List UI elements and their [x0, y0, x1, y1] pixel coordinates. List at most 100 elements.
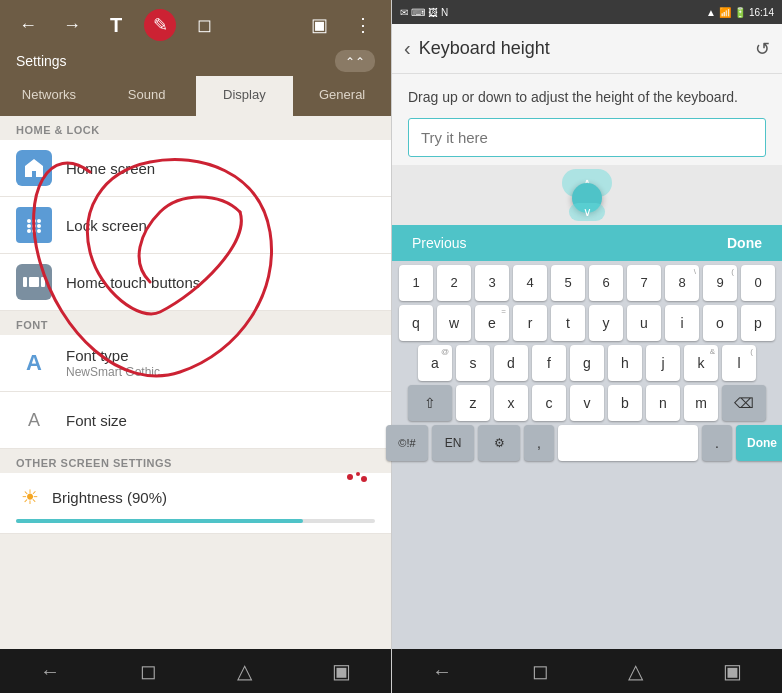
nav-menu-icon[interactable]: ▣ — [332, 659, 351, 683]
tab-general[interactable]: General — [293, 76, 391, 116]
svg-rect-11 — [41, 277, 45, 287]
status-left-icons: ✉ ⌨ 🖼 N — [400, 7, 448, 18]
key-i[interactable]: i — [665, 305, 699, 341]
home-screen-item[interactable]: Home screen — [0, 140, 391, 197]
key-e[interactable]: e= — [475, 305, 509, 341]
prev-done-bar: Previous Done — [392, 225, 782, 261]
menu-icon[interactable]: ⋮ — [347, 9, 379, 41]
key-r[interactable]: r — [513, 305, 547, 341]
svg-point-7 — [32, 229, 36, 233]
key-k[interactable]: k& — [684, 345, 718, 381]
tab-networks[interactable]: Networks — [0, 76, 98, 116]
nav-right-home-icon[interactable]: △ — [628, 659, 643, 683]
key-z[interactable]: z — [456, 385, 490, 421]
back-icon[interactable]: ← — [12, 9, 44, 41]
nav-right-menu-icon[interactable]: ▣ — [723, 659, 742, 683]
key-7[interactable]: 7 — [627, 265, 661, 301]
kb-row-asdf: a@ s d f g h j k& l( — [394, 345, 780, 381]
key-9[interactable]: 9( — [703, 265, 737, 301]
comma-key[interactable]: , — [524, 425, 554, 461]
key-p[interactable]: p — [741, 305, 775, 341]
key-y[interactable]: y — [589, 305, 623, 341]
try-it-here-input[interactable] — [409, 119, 765, 156]
pen-icon[interactable]: ✎ — [144, 9, 176, 41]
home-touch-buttons-item[interactable]: Home touch buttons — [0, 254, 391, 311]
key-o[interactable]: o — [703, 305, 737, 341]
key-u[interactable]: u — [627, 305, 661, 341]
font-type-title: Font type — [66, 347, 375, 364]
key-l[interactable]: l( — [722, 345, 756, 381]
brightness-slider-fill — [16, 519, 303, 523]
key-s[interactable]: s — [456, 345, 490, 381]
home-screen-title: Home screen — [66, 160, 375, 177]
text-icon[interactable]: T — [100, 9, 132, 41]
svg-point-5 — [37, 224, 41, 228]
font-size-item[interactable]: A Font size — [0, 392, 391, 449]
done-button-bar[interactable]: Done — [727, 235, 762, 251]
font-size-title: Font size — [66, 412, 375, 429]
svg-point-1 — [32, 219, 36, 223]
header-refresh-button[interactable]: ↺ — [755, 38, 770, 60]
keyboard-height-header: ‹ Keyboard height ↺ — [392, 24, 782, 74]
lock-screen-item[interactable]: Lock screen — [0, 197, 391, 254]
tab-display[interactable]: Display — [196, 76, 294, 116]
delete-key[interactable]: ⌫ — [722, 385, 766, 421]
key-f[interactable]: f — [532, 345, 566, 381]
header-back-button[interactable]: ‹ — [404, 37, 411, 60]
status-time: 16:14 — [749, 7, 774, 18]
key-4[interactable]: 4 — [513, 265, 547, 301]
nav-back-icon[interactable]: ← — [40, 660, 60, 683]
eraser-icon[interactable]: ◻ — [188, 9, 220, 41]
nav-home-icon[interactable]: △ — [237, 659, 252, 683]
key-g[interactable]: g — [570, 345, 604, 381]
shift-key[interactable]: ⇧ — [408, 385, 452, 421]
brightness-item[interactable]: ☀ Brightness (90%) — [0, 473, 391, 534]
font-type-item[interactable]: A Font type NewSmart Gothic — [0, 335, 391, 392]
save-icon[interactable]: ▣ — [303, 9, 335, 41]
key-b[interactable]: b — [608, 385, 642, 421]
settings-key[interactable]: ⚙ — [478, 425, 520, 461]
home-screen-icon — [16, 150, 52, 186]
settings-label: Settings — [16, 53, 67, 69]
nav-right-back-icon[interactable]: ← — [432, 660, 452, 683]
nav-right-recents-icon[interactable]: ◻ — [532, 659, 549, 683]
tab-sound[interactable]: Sound — [98, 76, 196, 116]
key-q[interactable]: q — [399, 305, 433, 341]
svg-point-3 — [27, 224, 31, 228]
key-x[interactable]: x — [494, 385, 528, 421]
height-adjuster[interactable]: ∧ ∨ — [392, 165, 782, 225]
key-w[interactable]: w — [437, 305, 471, 341]
svg-point-6 — [27, 229, 31, 233]
key-c[interactable]: c — [532, 385, 566, 421]
forward-icon[interactable]: → — [56, 9, 88, 41]
key-m[interactable]: m — [684, 385, 718, 421]
svg-point-4 — [32, 224, 36, 228]
space-key[interactable] — [558, 425, 698, 461]
nav-recents-icon[interactable]: ◻ — [140, 659, 157, 683]
key-5[interactable]: 5 — [551, 265, 585, 301]
brightness-slider-track — [16, 519, 375, 523]
key-3[interactable]: 3 — [475, 265, 509, 301]
section-home-lock: HOME & LOCK — [0, 116, 391, 140]
previous-button[interactable]: Previous — [412, 235, 466, 251]
home-touch-title: Home touch buttons — [66, 274, 375, 291]
key-6[interactable]: 6 — [589, 265, 623, 301]
key-a[interactable]: a@ — [418, 345, 452, 381]
key-n[interactable]: n — [646, 385, 680, 421]
key-j[interactable]: j — [646, 345, 680, 381]
key-0[interactable]: 0 — [741, 265, 775, 301]
key-v[interactable]: v — [570, 385, 604, 421]
key-h[interactable]: h — [608, 345, 642, 381]
kb-row-zxcv: ⇧ z x c v b n m ⌫ — [394, 385, 780, 421]
key-d[interactable]: d — [494, 345, 528, 381]
expand-button[interactable]: ⌃⌃ — [335, 50, 375, 72]
symbols-key[interactable]: ©!# — [386, 425, 428, 461]
done-keyboard-key[interactable]: Done — [736, 425, 782, 461]
language-key[interactable]: EN — [432, 425, 474, 461]
try-input-container — [408, 118, 766, 157]
key-1[interactable]: 1 — [399, 265, 433, 301]
key-t[interactable]: t — [551, 305, 585, 341]
key-2[interactable]: 2 — [437, 265, 471, 301]
period-key[interactable]: . — [702, 425, 732, 461]
key-8[interactable]: 8\ — [665, 265, 699, 301]
